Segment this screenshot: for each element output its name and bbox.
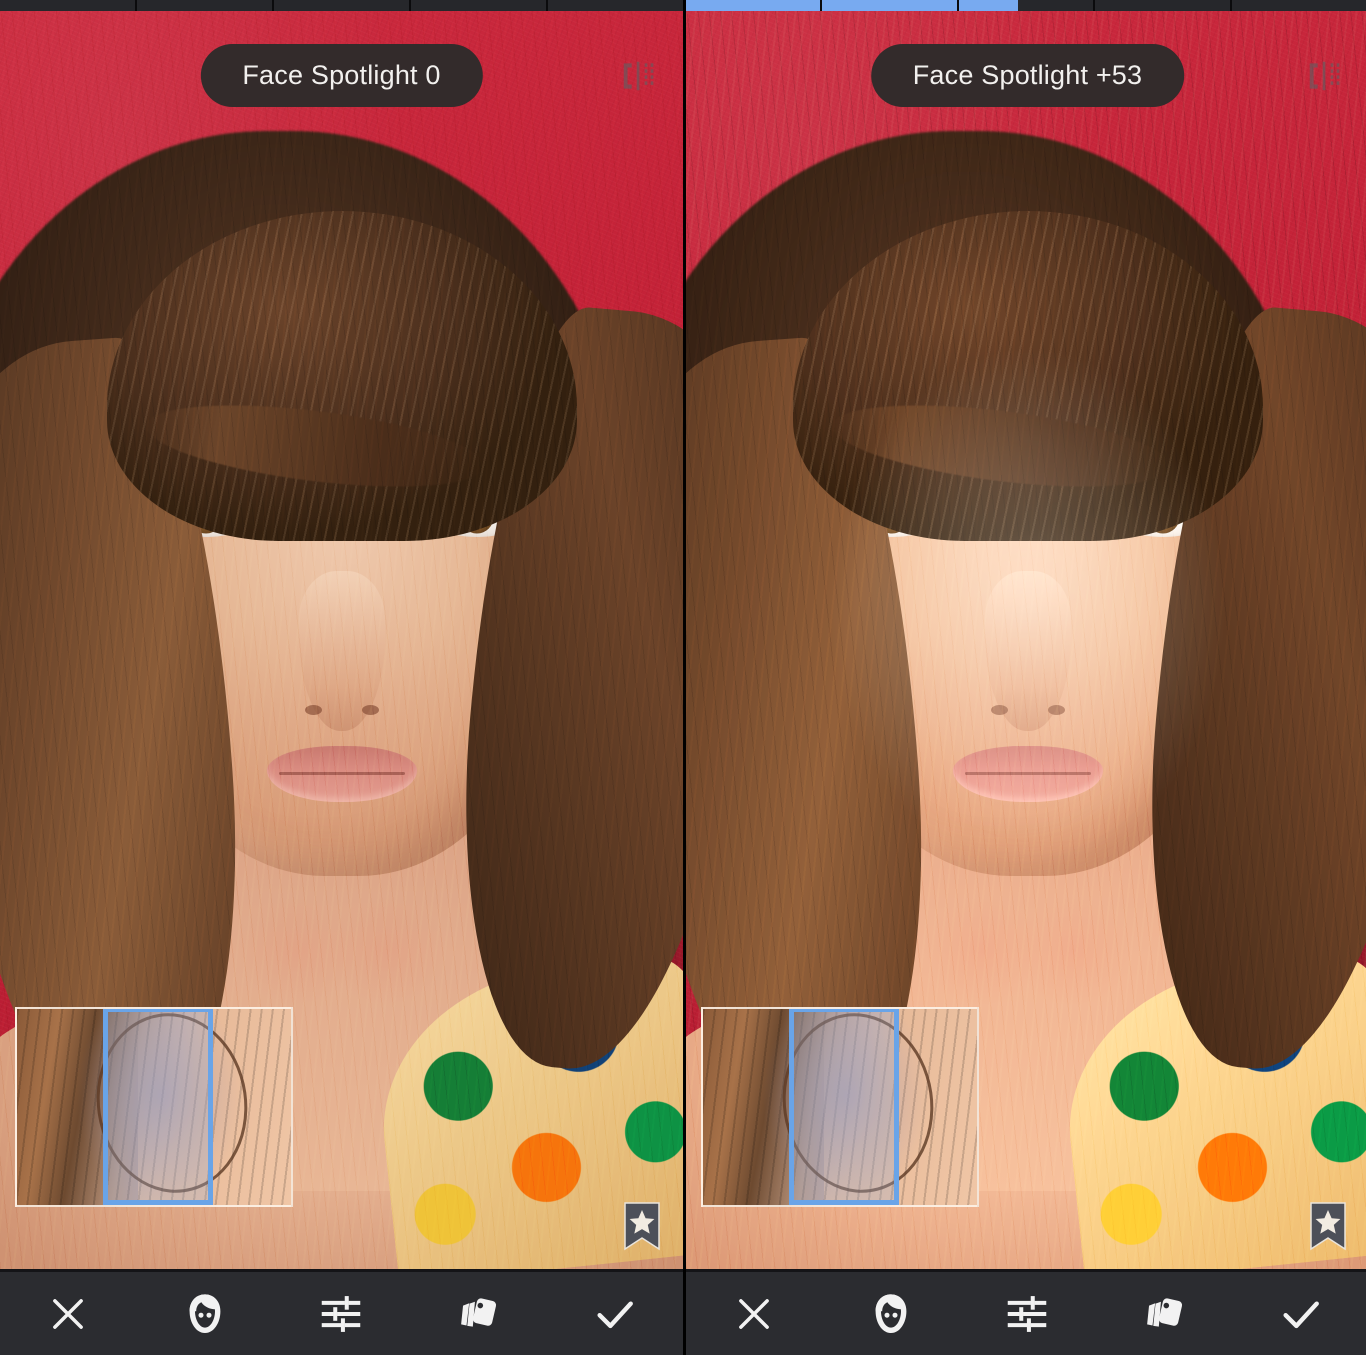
looks-button[interactable] [410, 1272, 547, 1355]
comparison-screen: Face Spotlight 0 Face Spotlight +53 [0, 0, 1366, 1355]
before-panel: Face Spotlight 0 [0, 0, 683, 1355]
progress-segment [822, 0, 959, 11]
close-icon [739, 1298, 770, 1329]
progress-segment [411, 0, 548, 11]
photo-canvas-after[interactable]: Face Spotlight +53 [686, 11, 1366, 1269]
zoom-navigator-after[interactable] [701, 1007, 979, 1207]
check-icon [1283, 1300, 1319, 1328]
looks-button[interactable] [1096, 1272, 1233, 1355]
apply-button[interactable] [1232, 1272, 1366, 1355]
progress-bar-before[interactable] [0, 0, 683, 11]
cards-icon [461, 1297, 497, 1327]
tool-value-pill-before: Face Spotlight 0 [200, 44, 483, 107]
compare-before-after-icon[interactable] [1305, 57, 1343, 95]
progress-segment [686, 0, 823, 11]
progress-segment [548, 0, 683, 11]
progress-segment [274, 0, 411, 11]
compare-before-after-icon[interactable] [619, 57, 657, 95]
progress-segment [137, 0, 274, 11]
cards-icon [1147, 1297, 1183, 1327]
cancel-button[interactable] [686, 1272, 823, 1355]
toolbar-after [686, 1269, 1366, 1355]
star-bookmark-badge [624, 1202, 660, 1251]
face-icon [875, 1293, 907, 1333]
photo-canvas-before[interactable]: Face Spotlight 0 [0, 11, 683, 1269]
toolbar-before [0, 1269, 683, 1355]
progress-segment [1095, 0, 1232, 11]
adjust-button[interactable] [959, 1272, 1096, 1355]
progress-segment [958, 0, 1096, 11]
apply-button[interactable] [546, 1272, 683, 1355]
face-tool-button[interactable] [823, 1272, 960, 1355]
zoom-navigator-before[interactable] [15, 1007, 293, 1207]
viewport-indicator[interactable] [789, 1009, 899, 1205]
tool-value-pill-after: Face Spotlight +53 [870, 44, 1185, 107]
check-icon [597, 1300, 633, 1328]
progress-segment [1231, 0, 1366, 11]
sliders-icon [1008, 1295, 1047, 1332]
progress-segment [0, 0, 137, 11]
face-icon [189, 1293, 221, 1333]
viewport-indicator[interactable] [103, 1009, 213, 1205]
progress-bar-after[interactable] [686, 0, 1366, 11]
face-tool-button[interactable] [137, 1272, 274, 1355]
adjust-button[interactable] [273, 1272, 410, 1355]
cancel-button[interactable] [0, 1272, 137, 1355]
sliders-icon [322, 1295, 361, 1332]
after-panel: Face Spotlight +53 [683, 0, 1366, 1355]
close-icon [53, 1298, 84, 1329]
star-bookmark-badge [1310, 1202, 1346, 1251]
